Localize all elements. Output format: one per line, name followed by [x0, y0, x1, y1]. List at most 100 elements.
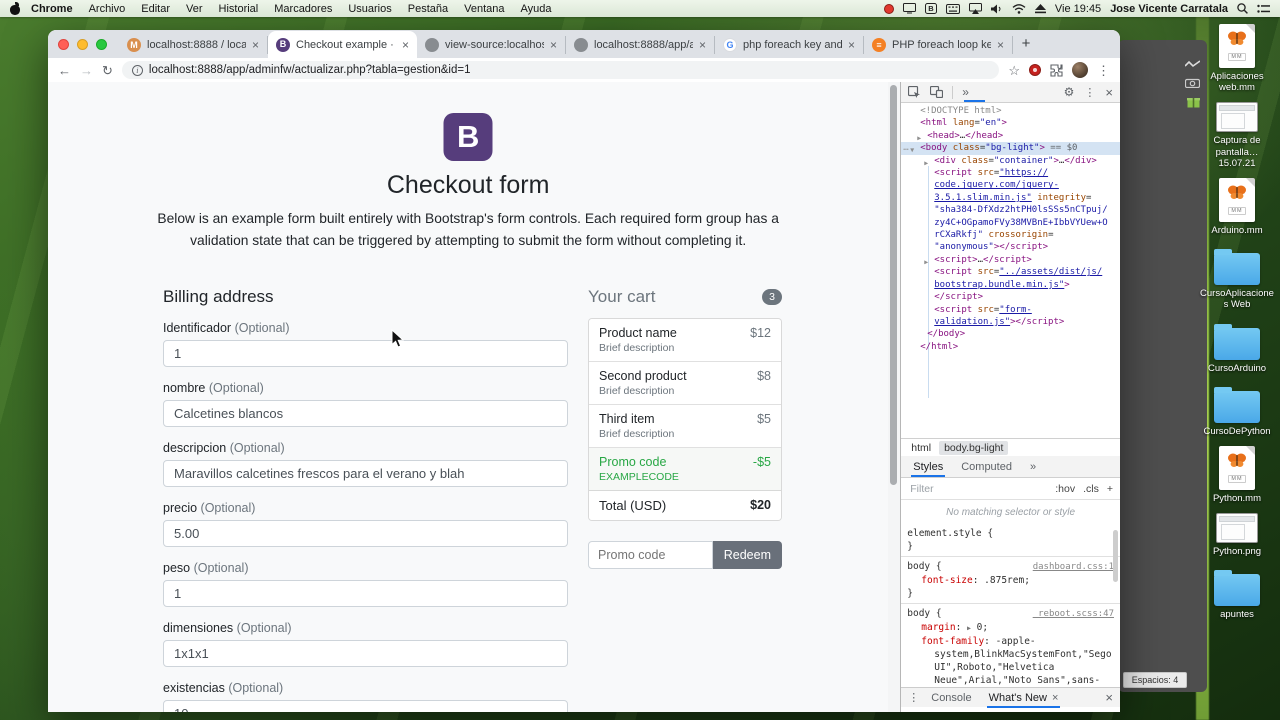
redeem-button[interactable]: Redeem [712, 541, 782, 569]
airplay-icon[interactable] [968, 3, 982, 14]
field-input-Identificador[interactable] [163, 340, 568, 367]
site-info-icon[interactable]: i [131, 64, 143, 76]
eject-icon[interactable] [1034, 3, 1046, 14]
styles-tab-styles[interactable]: Styles [904, 457, 952, 477]
field-input-existencias[interactable] [163, 700, 568, 712]
stylesheet-link[interactable]: dashboard.css:1 [1033, 561, 1114, 574]
field-input-precio[interactable] [163, 520, 568, 547]
dom-tree-line[interactable]: ▶ <head>…</head> [901, 130, 1120, 142]
desktop-icon-arduino-mm[interactable]: MM Arduino.mm [1198, 178, 1276, 236]
menu-pestaña[interactable]: Pestaña [408, 3, 448, 15]
dom-tree-line[interactable]: <script src="form- [901, 304, 1120, 316]
desktop-icon-cursoarduino[interactable]: CursoArduino [1198, 320, 1276, 374]
wifi-icon[interactable] [1012, 3, 1026, 14]
inspect-element-icon[interactable] [908, 85, 921, 99]
dom-tree-line[interactable]: "sha384-DfXdz2htPH0lsSSs5nCTpuj/ [901, 204, 1120, 216]
dom-tree-line[interactable]: </body> [901, 328, 1120, 340]
tab-close-icon[interactable]: × [997, 38, 1004, 52]
dom-tree-line[interactable]: … ▼ <body class="bg-light"> == $0 [901, 142, 1120, 155]
tab-close-icon[interactable]: × [402, 38, 409, 52]
menu-editar[interactable]: Editar [141, 3, 170, 15]
breadcrumb-item[interactable]: body.bg-light [939, 440, 1009, 455]
dom-tree-line[interactable]: rCXaRkfj" crossorigin= [901, 229, 1120, 241]
menu-chrome[interactable]: Chrome [31, 3, 73, 15]
device-toolbar-icon[interactable] [930, 86, 944, 98]
dom-tree-line[interactable]: ▶ <div class="container">…</div> [901, 155, 1120, 167]
dom-tree-line[interactable]: 3.5.1.slim.min.js" integrity= [901, 192, 1120, 204]
styles-filter-input[interactable] [908, 481, 1048, 496]
zoom-window-button[interactable] [96, 38, 107, 50]
promo-code-input[interactable] [588, 541, 713, 569]
reload-button[interactable]: ↻ [102, 64, 113, 77]
dom-tree-line[interactable]: <script src="../assets/dist/js/ [901, 266, 1120, 278]
bootcamp-icon[interactable]: B [924, 3, 937, 14]
menu-ayuda[interactable]: Ayuda [520, 3, 551, 15]
page-scrollbar[interactable] [888, 82, 901, 712]
dom-tree-line[interactable]: validation.js"></script> [901, 316, 1120, 328]
menu-usuarios[interactable]: Usuarios [348, 3, 391, 15]
browser-tab[interactable]: ≡ PHP foreach loop key value - S × [864, 36, 1013, 54]
minimize-window-button[interactable] [77, 38, 88, 50]
new-style-rule-button[interactable]: + [1107, 483, 1113, 495]
drawer-close-icon[interactable]: × [1105, 690, 1113, 705]
menu-marcadores[interactable]: Marcadores [274, 3, 332, 15]
styles-scrollbar-thumb[interactable] [1113, 530, 1118, 582]
desktop-icon-apuntes[interactable]: apuntes [1198, 566, 1276, 620]
apple-menu-icon[interactable] [10, 1, 21, 15]
dom-tree-line[interactable]: <!DOCTYPE html> [901, 105, 1120, 117]
adblock-extension-icon[interactable] [1029, 64, 1041, 76]
menu-archivo[interactable]: Archivo [89, 3, 126, 15]
drawer-tab-close-icon[interactable]: × [1052, 692, 1058, 704]
field-input-peso[interactable] [163, 580, 568, 607]
address-bar[interactable]: i localhost:8888/app/adminfw/actualizar.… [121, 61, 1000, 79]
new-tab-button[interactable]: + [1013, 35, 1039, 52]
extensions-puzzle-icon[interactable] [1050, 63, 1063, 77]
scrollbar-thumb[interactable] [890, 85, 898, 485]
desktop-icon-cursoaplicaciones-web[interactable]: CursoAplicaciones Web [1198, 245, 1276, 310]
browser-tab[interactable]: Gphp foreach key and value - Bu × [715, 36, 864, 54]
desktop-icon-aplicaciones-web-mm[interactable]: MM Aplicaciones web.mm [1198, 24, 1276, 93]
spotlight-search-icon[interactable] [1237, 3, 1248, 14]
devtools-menu-icon[interactable]: ⋮ [1084, 86, 1095, 99]
dom-tree-line[interactable]: zy4C+OGpamoFVy38MVBnE+IbbVYUew+O [901, 217, 1120, 229]
styles-tab-»[interactable]: » [1021, 457, 1045, 477]
profile-avatar[interactable] [1072, 62, 1088, 78]
hover-state-toggle[interactable]: :hov [1055, 483, 1075, 495]
devtools-close-icon[interactable]: × [1105, 85, 1113, 100]
menu-ventana[interactable]: Ventana [464, 3, 504, 15]
close-window-button[interactable] [58, 38, 69, 50]
record-icon[interactable] [883, 3, 894, 14]
browser-tab[interactable]: Mlocalhost:8888 / localhost / cu × [119, 36, 268, 54]
tab-close-icon[interactable]: × [699, 38, 706, 52]
desktop-icon-python-mm[interactable]: MM Python.mm [1198, 446, 1276, 504]
back-button[interactable]: ← [58, 64, 71, 77]
browser-tab[interactable]: B Checkout example · Bootstrap × [268, 31, 417, 58]
tab-close-icon[interactable]: × [252, 38, 259, 52]
more-panels-icon[interactable]: » [962, 85, 969, 99]
dom-tree-line[interactable]: </html> [901, 341, 1120, 353]
dom-tree-line[interactable]: <html lang="en"> [901, 117, 1120, 129]
styles-tab-computed[interactable]: Computed [952, 457, 1021, 477]
desktop-icon-cursodepython[interactable]: CursoDePython [1198, 383, 1276, 437]
url-text[interactable]: localhost:8888/app/adminfw/actualizar.ph… [149, 64, 471, 76]
bookmark-star-icon[interactable]: ☆ [1008, 64, 1020, 77]
desktop-icon-python-png[interactable]: Python.png [1198, 513, 1276, 557]
dom-tree-line[interactable]: ▶ <script>…</script> [901, 254, 1120, 266]
dom-tree-line[interactable]: bootstrap.bundle.min.js"> [901, 279, 1120, 291]
menu-ver[interactable]: Ver [186, 3, 203, 15]
class-toggle[interactable]: .cls [1083, 483, 1099, 495]
browser-tab[interactable]: localhost:8888/app/admin/ind × [566, 36, 715, 54]
browser-tab[interactable]: view-source:localhost:8888/a × [417, 36, 566, 54]
drawer-menu-icon[interactable]: ⋮ [908, 691, 919, 704]
desktop-icon-captura-de-pantalla-15-07-21[interactable]: Captura de pantalla…15.07.21 [1198, 102, 1276, 169]
menu-historial[interactable]: Historial [219, 3, 259, 15]
dom-tree-line[interactable]: <script src="https:// [901, 167, 1120, 179]
stylesheet-link[interactable]: _reboot.scss:47 [1033, 608, 1114, 621]
volume-icon[interactable] [990, 4, 1003, 14]
drawer-tab-what-s-new[interactable]: What's New × [984, 690, 1064, 708]
notification-center-icon[interactable] [1257, 4, 1270, 14]
menubar-clock[interactable]: Vie 19:45 [1055, 3, 1101, 15]
field-input-nombre[interactable] [163, 400, 568, 427]
menubar-user[interactable]: Jose Vicente Carratala [1110, 3, 1228, 15]
dom-tree-line[interactable]: </script> [901, 291, 1120, 303]
